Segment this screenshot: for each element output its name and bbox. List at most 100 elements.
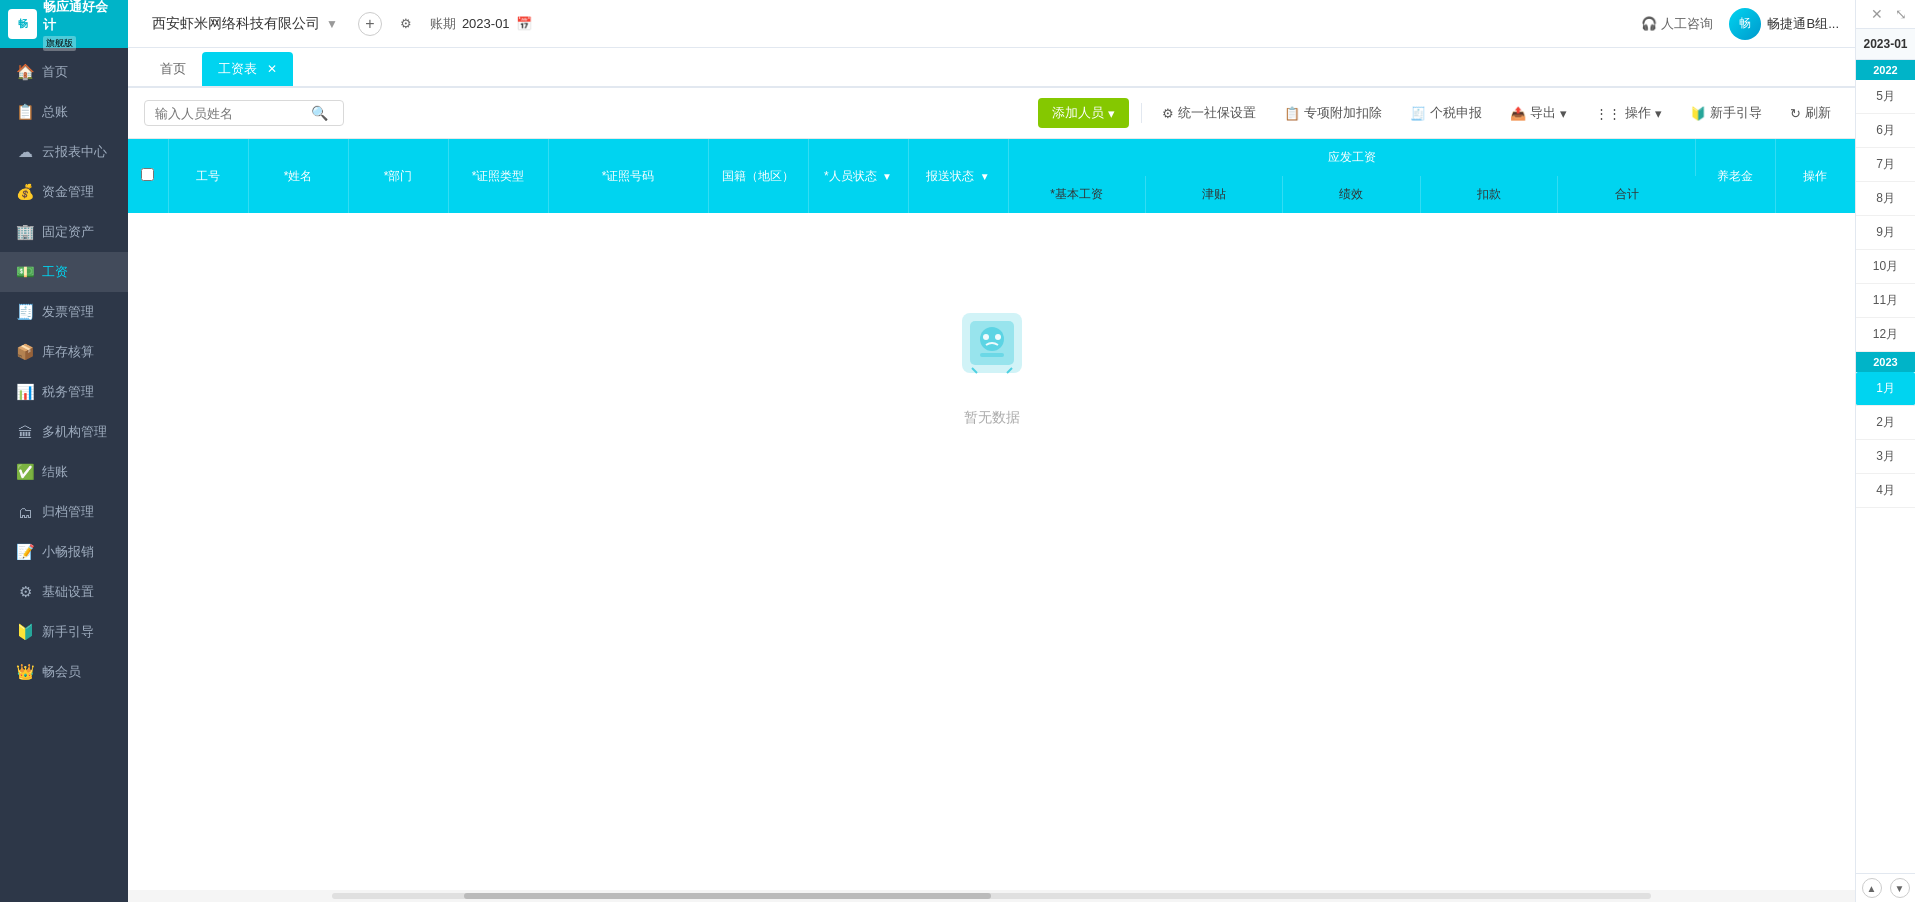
th-checkbox[interactable] bbox=[128, 139, 168, 213]
search-input[interactable] bbox=[155, 106, 305, 121]
year-label-2022: 2022 bbox=[1856, 60, 1915, 80]
sidebar-item-多机构管理[interactable]: 🏛 多机构管理 bbox=[0, 412, 128, 452]
ops-button[interactable]: ⋮⋮ 操作 ▾ bbox=[1587, 100, 1670, 126]
svg-point-5 bbox=[995, 334, 1001, 340]
prev-year-button[interactable]: ▲ bbox=[1862, 878, 1882, 898]
month-item-2022-7月[interactable]: 7月 bbox=[1856, 148, 1915, 182]
headset-icon: 🎧 bbox=[1641, 16, 1657, 31]
close-panel-button[interactable]: ✕ bbox=[1867, 4, 1887, 24]
select-all-checkbox[interactable] bbox=[141, 168, 154, 181]
toolbar: 🔍 添加人员 ▾ ⚙ 统一社保设置 📋 专项附加扣除 🧾 个税申报 📤 bbox=[128, 88, 1855, 139]
next-year-button[interactable]: ▼ bbox=[1890, 878, 1910, 898]
sidebar-item-云报表中心[interactable]: ☁ 云报表中心 bbox=[0, 132, 128, 172]
month-item-2022-11月[interactable]: 11月 bbox=[1856, 284, 1915, 318]
sidebar-item-小畅报销[interactable]: 📝 小畅报销 bbox=[0, 532, 128, 572]
settings-icon[interactable]: ⚙ bbox=[394, 12, 418, 36]
search-box[interactable]: 🔍 bbox=[144, 100, 344, 126]
empty-state: 暂无数据 bbox=[128, 213, 1855, 507]
nav-icon-15: 👑 bbox=[16, 663, 34, 681]
divider-1 bbox=[1141, 103, 1142, 123]
sidebar-item-畅会员[interactable]: 👑 畅会员 bbox=[0, 652, 128, 692]
sidebar-item-结账[interactable]: ✅ 结账 bbox=[0, 452, 128, 492]
main-content: 西安虾米网络科技有限公司 ▼ + ⚙ 账期 2023-01 📅 🎧 人工咨询 畅… bbox=[128, 0, 1855, 902]
add-person-label: 添加人员 bbox=[1052, 104, 1104, 122]
service-label: 人工咨询 bbox=[1661, 15, 1713, 33]
right-panel: ✕ ⤡ 2023-01 20225月6月7月8月9月10月11月12月20231… bbox=[1855, 0, 1915, 902]
sidebar-item-资金管理[interactable]: 💰 资金管理 bbox=[0, 172, 128, 212]
export-button[interactable]: 📤 导出 ▾ bbox=[1502, 100, 1575, 126]
th-status[interactable]: *人员状态 ▼ bbox=[808, 139, 908, 213]
user-menu[interactable]: 畅 畅捷通B组... bbox=[1729, 8, 1839, 40]
sidebar-nav: 🏠 首页📋 总账☁ 云报表中心💰 资金管理🏢 固定资产💵 工资🧾 发票管理📦 库… bbox=[0, 48, 128, 902]
sidebar-item-税务管理[interactable]: 📊 税务管理 bbox=[0, 372, 128, 412]
nav-label-3: 资金管理 bbox=[42, 183, 94, 201]
month-item-2023-2月[interactable]: 2月 bbox=[1856, 406, 1915, 440]
add-company-button[interactable]: + bbox=[358, 12, 382, 36]
panel-nav: ▲ ▼ bbox=[1856, 873, 1915, 902]
month-item-2023-1月[interactable]: 1月 bbox=[1856, 372, 1915, 406]
th-idno: *证照号码 bbox=[548, 139, 708, 213]
sidebar-item-首页[interactable]: 🏠 首页 bbox=[0, 52, 128, 92]
nav-icon-13: ⚙ bbox=[16, 583, 34, 601]
sidebar-item-发票管理[interactable]: 🧾 发票管理 bbox=[0, 292, 128, 332]
tax-report-button[interactable]: 🧾 个税申报 bbox=[1402, 100, 1490, 126]
sidebar-item-归档管理[interactable]: 🗂 归档管理 bbox=[0, 492, 128, 532]
nav-icon-11: 🗂 bbox=[16, 504, 34, 521]
nav-icon-6: 🧾 bbox=[16, 303, 34, 321]
expand-panel-button[interactable]: ⤡ bbox=[1891, 4, 1911, 24]
close-tab-icon[interactable]: ✕ bbox=[267, 62, 277, 76]
nav-icon-14: 🔰 bbox=[16, 623, 34, 641]
sidebar-item-固定资产[interactable]: 🏢 固定资产 bbox=[0, 212, 128, 252]
add-person-button[interactable]: 添加人员 ▾ bbox=[1038, 98, 1129, 128]
special-deduction-button[interactable]: 📋 专项附加扣除 bbox=[1276, 100, 1390, 126]
month-item-2022-10月[interactable]: 10月 bbox=[1856, 250, 1915, 284]
panel-year-header: 2023-01 bbox=[1856, 29, 1915, 60]
nav-label-4: 固定资产 bbox=[42, 223, 94, 241]
refresh-button[interactable]: ↻ 刷新 bbox=[1782, 100, 1839, 126]
tabs-bar: 首页 工资表 ✕ bbox=[128, 48, 1855, 88]
status-filter-icon[interactable]: ▼ bbox=[882, 171, 892, 182]
scrollbar-track[interactable] bbox=[332, 893, 1651, 899]
username: 畅捷通B组... bbox=[1767, 15, 1839, 33]
social-icon: ⚙ bbox=[1162, 106, 1174, 121]
month-item-2023-3月[interactable]: 3月 bbox=[1856, 440, 1915, 474]
social-insurance-button[interactable]: ⚙ 统一社保设置 bbox=[1154, 100, 1264, 126]
month-item-2023-4月[interactable]: 4月 bbox=[1856, 474, 1915, 508]
nav-icon-12: 📝 bbox=[16, 543, 34, 561]
guide-button[interactable]: 🔰 新手引导 bbox=[1682, 100, 1770, 126]
tab-salary[interactable]: 工资表 ✕ bbox=[202, 52, 293, 86]
calendar-icon[interactable]: 📅 bbox=[516, 16, 532, 31]
nav-label-10: 结账 bbox=[42, 463, 68, 481]
app-logo[interactable]: 畅 畅应通好会计 旗舰版 bbox=[0, 0, 128, 48]
company-name: 西安虾米网络科技有限公司 bbox=[152, 15, 320, 33]
th-dept: *部门 bbox=[348, 139, 448, 213]
month-item-2022-8月[interactable]: 8月 bbox=[1856, 182, 1915, 216]
month-item-2022-5月[interactable]: 5月 bbox=[1856, 80, 1915, 114]
company-selector[interactable]: 西安虾米网络科技有限公司 ▼ bbox=[144, 11, 346, 37]
sidebar-item-新手引导[interactable]: 🔰 新手引导 bbox=[0, 612, 128, 652]
month-item-2022-9月[interactable]: 9月 bbox=[1856, 216, 1915, 250]
sidebar-item-总账[interactable]: 📋 总账 bbox=[0, 92, 128, 132]
service-button[interactable]: 🎧 人工咨询 bbox=[1641, 15, 1713, 33]
export-icon: 📤 bbox=[1510, 106, 1526, 121]
th-pension: 养老金 bbox=[1695, 139, 1775, 213]
th-report[interactable]: 报送状态 ▼ bbox=[908, 139, 1008, 213]
scrollbar-thumb[interactable] bbox=[464, 893, 992, 899]
sidebar: 畅 畅应通好会计 旗舰版 🏠 首页📋 总账☁ 云报表中心💰 资金管理🏢 固定资产… bbox=[0, 0, 128, 902]
sidebar-item-工资[interactable]: 💵 工资 bbox=[0, 252, 128, 292]
nav-icon-7: 📦 bbox=[16, 343, 34, 361]
month-item-2022-6月[interactable]: 6月 bbox=[1856, 114, 1915, 148]
avatar: 畅 bbox=[1729, 8, 1761, 40]
tab-home[interactable]: 首页 bbox=[144, 52, 202, 86]
nav-icon-2: ☁ bbox=[16, 143, 34, 161]
th-idtype: *证照类型 bbox=[448, 139, 548, 213]
search-icon: 🔍 bbox=[311, 105, 328, 121]
special-icon: 📋 bbox=[1284, 106, 1300, 121]
month-item-2022-12月[interactable]: 12月 bbox=[1856, 318, 1915, 352]
dropdown-icon: ▾ bbox=[1108, 106, 1115, 121]
table-scrollbar[interactable] bbox=[128, 890, 1855, 902]
sidebar-item-基础设置[interactable]: ⚙ 基础设置 bbox=[0, 572, 128, 612]
table-header-row-1: 工号 *姓名 *部门 *证照类型 *证照号码 国籍（地区） bbox=[128, 139, 1855, 176]
sidebar-item-库存核算[interactable]: 📦 库存核算 bbox=[0, 332, 128, 372]
report-filter-icon[interactable]: ▼ bbox=[980, 171, 990, 182]
